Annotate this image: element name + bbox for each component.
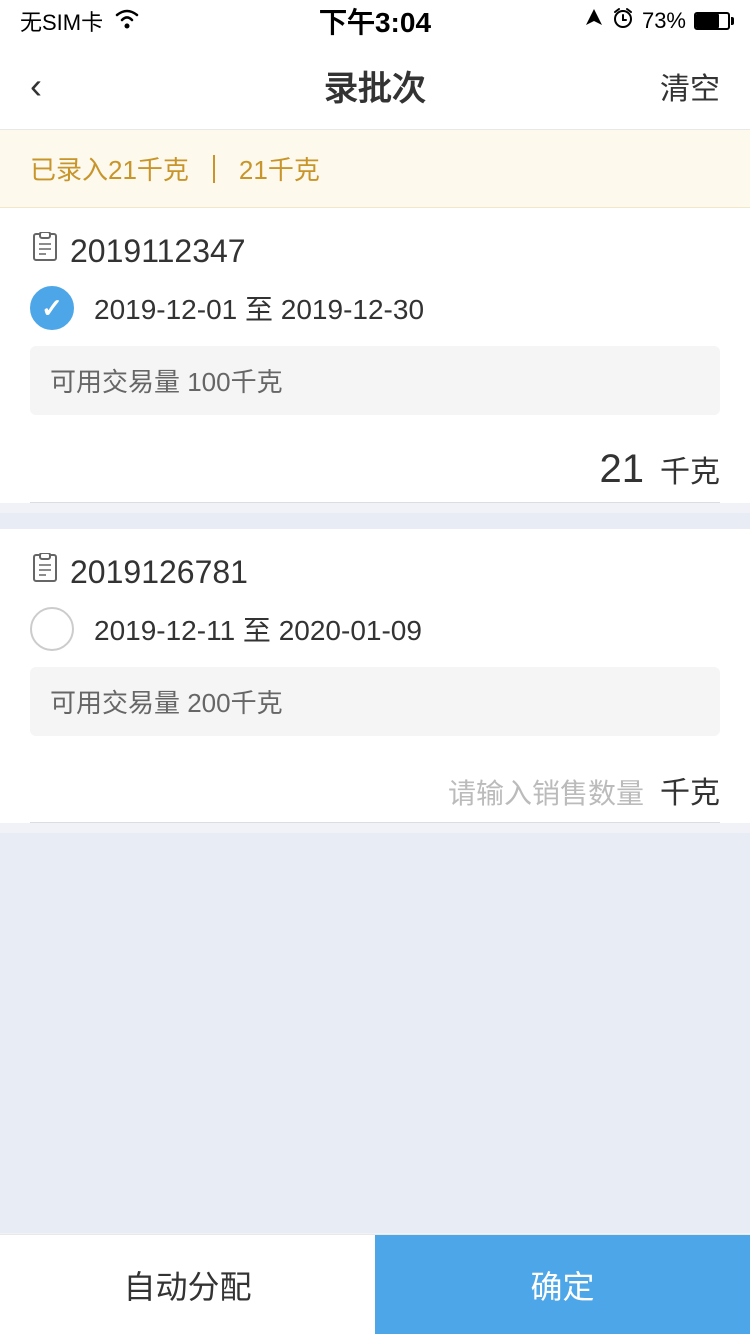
battery-percent: 73% <box>642 8 686 34</box>
clear-button[interactable]: 清空 <box>660 64 720 108</box>
batch1-date: 2019-12-01 至 2019-12-30 <box>94 288 424 328</box>
batch1-quantity-value: 21 <box>600 447 645 492</box>
status-time: 下午3:04 <box>319 1 431 41</box>
recorded-label: 已录入21千克 <box>30 150 189 187</box>
battery-icon <box>694 12 730 30</box>
info-banner: 已录入21千克 21千克 <box>0 130 750 208</box>
batch2-icon <box>30 553 60 591</box>
carrier-label: 无SIM卡 <box>20 5 103 37</box>
status-right: 73% <box>584 7 730 35</box>
section-divider <box>0 513 750 529</box>
batch2-header: 2019126781 <box>30 553 720 591</box>
total-label: 21千克 <box>239 150 320 187</box>
batch2-quantity-row[interactable]: 请输入销售数量 千克 <box>0 752 750 812</box>
batch2-available: 可用交易量 200千克 <box>30 667 720 736</box>
gray-area <box>0 833 750 1233</box>
status-bar: 无SIM卡 下午3:04 73% <box>0 0 750 42</box>
batch2-quantity-unit: 千克 <box>660 768 720 812</box>
batch2-number: 2019126781 <box>70 554 248 591</box>
confirm-button[interactable]: 确定 <box>375 1235 750 1334</box>
batch1-icon <box>30 232 60 270</box>
info-divider <box>213 155 215 183</box>
batch1-quantity-row: 21 千克 <box>0 431 750 492</box>
alarm-icon <box>612 7 634 35</box>
batch1-row[interactable]: 2019-12-01 至 2019-12-30 <box>30 286 720 330</box>
bottom-bar: 自动分配 确定 <box>0 1234 750 1334</box>
batch2-card: 2019126781 2019-12-11 至 2020-01-09 可用交易量… <box>0 529 750 823</box>
batch1-available: 可用交易量 100千克 <box>30 346 720 415</box>
batch1-quantity-unit: 千克 <box>660 447 720 491</box>
batch2-quantity-placeholder: 请输入销售数量 <box>448 772 644 812</box>
location-icon <box>584 7 604 35</box>
batch1-card: 2019112347 2019-12-01 至 2019-12-30 可用交易量… <box>0 208 750 503</box>
batch2-radio[interactable] <box>30 607 74 651</box>
page-title: 录批次 <box>324 61 426 110</box>
batch1-header: 2019112347 <box>30 232 720 270</box>
batch2-row[interactable]: 2019-12-11 至 2020-01-09 <box>30 607 720 651</box>
batch1-divider <box>30 502 720 503</box>
wifi-icon <box>113 7 141 35</box>
nav-bar: ‹ 录批次 清空 <box>0 42 750 130</box>
batch1-number: 2019112347 <box>70 233 246 270</box>
batch2-date: 2019-12-11 至 2020-01-09 <box>94 609 422 649</box>
status-left: 无SIM卡 <box>20 5 141 37</box>
batch2-input-underline <box>30 822 720 823</box>
auto-distribute-button[interactable]: 自动分配 <box>0 1235 375 1334</box>
batch1-radio[interactable] <box>30 286 74 330</box>
back-button[interactable]: ‹ <box>30 65 42 107</box>
